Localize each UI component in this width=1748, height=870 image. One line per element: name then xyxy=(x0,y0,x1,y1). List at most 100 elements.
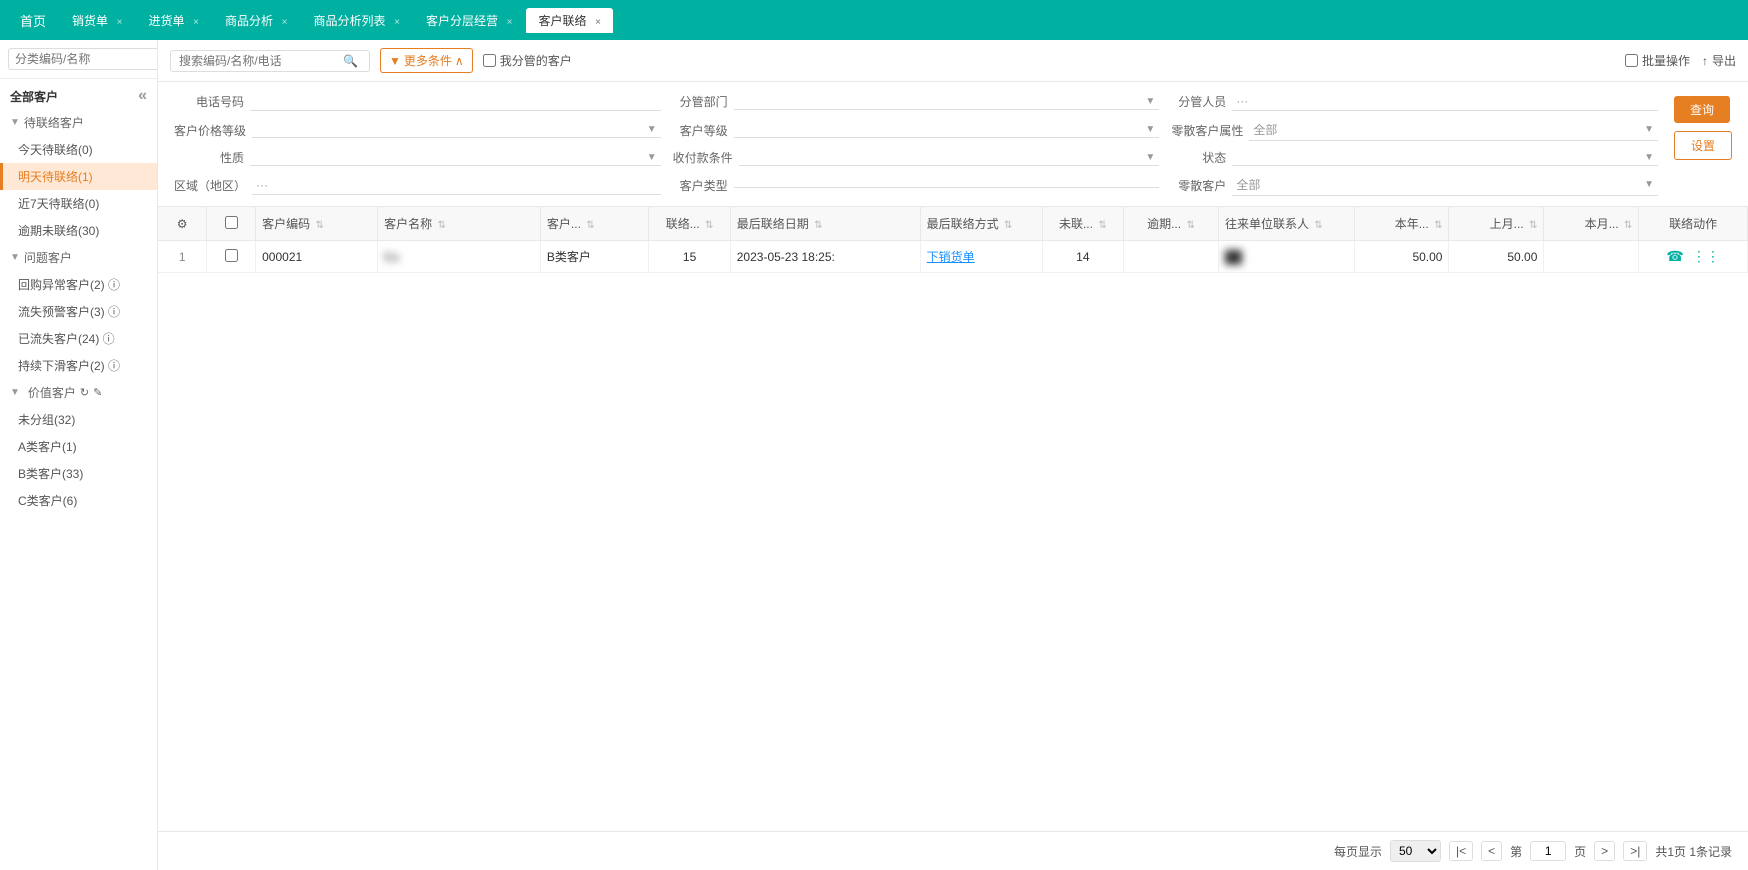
filter-nature-select[interactable]: ▼ xyxy=(250,150,661,166)
contact-action-icon[interactable]: ☎ xyxy=(1666,248,1683,265)
close-icon[interactable]: × xyxy=(507,17,513,28)
sort-icon[interactable]: ⇅ xyxy=(438,220,446,231)
filter-phone-input[interactable] xyxy=(250,92,661,111)
row-checkbox[interactable] xyxy=(225,249,238,262)
toolbar-search-input[interactable] xyxy=(179,54,339,68)
my-customer-checkbox-area[interactable]: 我分管的客户 xyxy=(483,52,572,69)
sort-icon[interactable]: ⇅ xyxy=(586,220,594,231)
my-customer-checkbox[interactable] xyxy=(483,54,496,67)
sort-icon[interactable]: ⇅ xyxy=(1004,220,1012,231)
last-page-button[interactable]: >| xyxy=(1623,841,1647,861)
th-contact: 联络... ⇅ xyxy=(649,207,730,241)
table-row: 1 000021 Ea B类客户 xyxy=(158,241,1748,273)
td-cust-type: B类客户 xyxy=(540,241,648,273)
sidebar-item-classB[interactable]: B类客户(33) xyxy=(0,460,157,487)
sidebar-item-ungrouped[interactable]: 未分组(32) xyxy=(0,406,157,433)
filter-manager-dots[interactable]: ··· xyxy=(1236,94,1248,108)
pagination-bar: 每页显示 50 100 200 |< < 第 页 > >| 共1页 1条记录 xyxy=(158,831,1748,870)
next-page-button[interactable]: > xyxy=(1594,841,1615,861)
select-all-checkbox[interactable] xyxy=(225,216,238,229)
page-number-input[interactable] xyxy=(1530,841,1566,861)
sidebar-item-overdue[interactable]: 逾期未联络(30) xyxy=(0,217,157,244)
more-filter-button[interactable]: ▼ 更多条件 ∧ xyxy=(380,48,473,73)
th-cust-type: 客户... ⇅ xyxy=(540,207,648,241)
settings-icon[interactable]: ⚙ xyxy=(177,217,188,231)
toolbar-search-icon[interactable]: 🔍 xyxy=(343,54,358,68)
sidebar-item-lost[interactable]: 已流失客户(24) ⓘ xyxy=(0,325,157,352)
chevron-down-icon: ▼ xyxy=(1644,152,1654,163)
close-icon[interactable]: × xyxy=(193,17,199,28)
edit-icon[interactable]: ✎ xyxy=(93,386,102,399)
td-last-method: 下销货单 xyxy=(920,241,1042,273)
sidebar-item-losing[interactable]: 流失预警客户(3) ⓘ xyxy=(0,298,157,325)
nav-purchase-order[interactable]: 进货单 × xyxy=(137,8,211,33)
close-icon[interactable]: × xyxy=(394,17,400,28)
close-icon[interactable]: × xyxy=(282,17,288,28)
sidebar-item-7days[interactable]: 近7天待联络(0) xyxy=(0,190,157,217)
th-check xyxy=(207,207,256,241)
sort-icon[interactable]: ⇅ xyxy=(1624,220,1632,231)
nav-customer-tier[interactable]: 客户分层经营 × xyxy=(414,8,524,33)
row-actions: ☎ ⋮⋮ xyxy=(1645,248,1741,265)
toolbar-search-box: 🔍 xyxy=(170,50,370,72)
filter-row-3: 性质 ▼ 收付款条件 ▼ xyxy=(174,149,1658,166)
filter-region-dots[interactable]: ··· xyxy=(256,178,268,192)
nav-customer-contact[interactable]: 客户联络 × xyxy=(526,8,612,33)
filter-scatter-select[interactable]: 全部 ▼ xyxy=(1232,174,1658,196)
filter-scatter-attr-select[interactable]: 全部 ▼ xyxy=(1249,119,1658,141)
sort-icon[interactable]: ⇅ xyxy=(705,220,713,231)
sort-icon[interactable]: ⇅ xyxy=(1434,220,1442,231)
sort-icon[interactable]: ⇅ xyxy=(1529,220,1537,231)
filter-status-select[interactable]: ▼ xyxy=(1232,150,1658,166)
query-button[interactable]: 查询 xyxy=(1674,96,1730,123)
filter-scatter-attr-label: 零散客户属性 xyxy=(1171,122,1243,139)
sidebar-item-tomorrow[interactable]: 明天待联络(1) xyxy=(0,163,157,190)
filter-cust-type: 客户类型 xyxy=(673,177,1160,194)
sidebar-search-input[interactable] xyxy=(8,48,158,70)
nav-sales-order[interactable]: 销货单 × xyxy=(60,8,134,33)
sort-icon[interactable]: ⇅ xyxy=(315,220,323,231)
sidebar-group-pending[interactable]: 待联络客户 xyxy=(0,109,157,136)
filter-region-label: 区域（地区） xyxy=(174,177,246,194)
nav-product-analysis[interactable]: 商品分析 × xyxy=(213,8,299,33)
export-button[interactable]: ↑ 导出 xyxy=(1702,52,1736,69)
per-page-select[interactable]: 50 100 200 xyxy=(1390,840,1441,862)
collapse-icon[interactable]: « xyxy=(138,87,147,105)
close-icon[interactable]: × xyxy=(595,17,601,28)
sidebar-item-abnormal[interactable]: 回购异常客户(2) ⓘ xyxy=(0,271,157,298)
sidebar-item-classA[interactable]: A类客户(1) xyxy=(0,433,157,460)
chevron-icon: ∧ xyxy=(455,54,464,68)
first-page-button[interactable]: |< xyxy=(1449,841,1473,861)
td-year: 50.00 xyxy=(1354,241,1449,273)
set-button[interactable]: 设置 xyxy=(1674,131,1732,160)
prev-page-button[interactable]: < xyxy=(1481,841,1502,861)
sort-icon[interactable]: ⇅ xyxy=(1314,220,1322,231)
sidebar-group-value[interactable]: 价值客户 ↻ ✎ xyxy=(0,379,157,406)
nav-home[interactable]: 首页 xyxy=(8,7,58,34)
close-icon[interactable]: × xyxy=(117,17,123,28)
refresh-icon[interactable]: ↻ xyxy=(80,386,89,399)
toolbar: 🔍 ▼ 更多条件 ∧ 我分管的客户 批量操作 ↑ 导出 xyxy=(158,40,1748,82)
sort-icon[interactable]: ⇅ xyxy=(1098,220,1106,231)
sidebar-item-today[interactable]: 今天待联络(0) xyxy=(0,136,157,163)
sidebar-item-declining[interactable]: 持续下滑客户(2) ⓘ xyxy=(0,352,157,379)
last-method-link[interactable]: 下销货单 xyxy=(927,250,975,264)
filter-payment-select[interactable]: ▼ xyxy=(739,150,1160,166)
filter-price-grade: 客户价格等级 ▼ xyxy=(174,122,661,139)
filter-actions: 查询 设置 xyxy=(1674,92,1732,196)
filter-price-grade-select[interactable]: ▼ xyxy=(252,122,661,138)
sort-icon[interactable]: ⇅ xyxy=(1186,220,1194,231)
more-action-icon[interactable]: ⋮⋮ xyxy=(1692,248,1720,265)
filter-cust-type-select[interactable] xyxy=(734,183,1160,188)
batch-op-button[interactable]: 批量操作 xyxy=(1625,52,1690,69)
chevron-down-icon: ▼ xyxy=(647,124,657,135)
all-customers-header[interactable]: 全部客户 « xyxy=(0,79,157,109)
toolbar-right: 批量操作 ↑ 导出 xyxy=(1625,52,1736,69)
filter-dept-select[interactable]: ▼ xyxy=(734,94,1160,110)
sidebar-group-problem[interactable]: 问题客户 xyxy=(0,244,157,271)
sort-icon[interactable]: ⇅ xyxy=(814,220,822,231)
nav-product-analysis-list[interactable]: 商品分析列表 × xyxy=(301,8,411,33)
batch-checkbox[interactable] xyxy=(1625,54,1638,67)
sidebar-item-classC[interactable]: C类客户(6) xyxy=(0,487,157,514)
filter-cust-grade-select[interactable]: ▼ xyxy=(734,122,1160,138)
